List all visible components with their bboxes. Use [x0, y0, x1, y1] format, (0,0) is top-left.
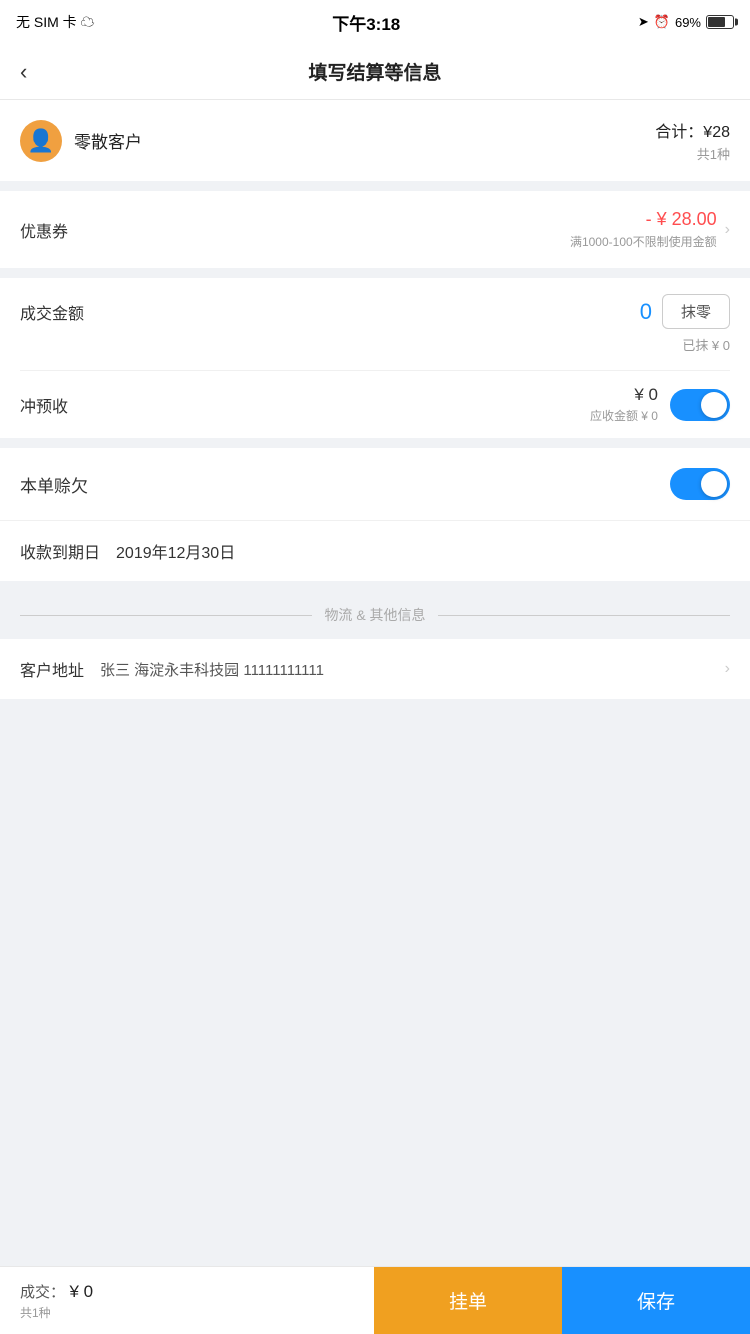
due-date-row[interactable]: 收款到期日 2019年12月30日 — [0, 520, 750, 581]
sim-label: 无 SIM 卡 ☁ — [16, 12, 95, 32]
address-chevron-icon: › — [725, 660, 730, 678]
deal-prereceive-card: 成交金额 0 抹零 已抹 ¥ 0 冲预收 ¥ 0 应收金额 ¥ 0 — [0, 278, 750, 438]
prereceive-amounts: ¥ 0 应收金额 ¥ 0 — [590, 385, 658, 424]
avatar-icon: 👤 — [27, 128, 54, 154]
coupon-sub-text: 满1000-100不限制使用金额 — [570, 233, 717, 250]
prereceive-right: ¥ 0 应收金额 ¥ 0 — [590, 385, 730, 424]
deal-amount-label: 成交金额 — [20, 300, 84, 324]
nav-bar: ‹ 填写结算等信息 — [0, 44, 750, 100]
debt-row: 本单赊欠 — [0, 448, 750, 520]
bottom-count: 共1种 — [20, 1304, 354, 1321]
customer-info-left: 👤 零散客户 — [20, 120, 142, 162]
customer-name: 零散客户 — [74, 128, 142, 153]
save-button[interactable]: 保存 — [562, 1267, 750, 1334]
location-icon: ➤ — [638, 14, 649, 30]
coupon-row[interactable]: 优惠券 - ¥ 28.00 满1000-100不限制使用金额 › — [0, 191, 750, 268]
bottom-bar: 成交： ¥ 0 共1种 挂单 保存 — [0, 1266, 750, 1334]
status-time: 下午3:18 — [332, 10, 400, 35]
coupon-value-block: - ¥ 28.00 满1000-100不限制使用金额 — [570, 209, 717, 250]
address-value: 张三 海淀永丰科技园 11111111111 — [90, 659, 725, 680]
round-zero-button[interactable]: 抹零 — [662, 294, 730, 329]
coupon-discount-value: - ¥ 28.00 — [570, 209, 717, 230]
coupon-label: 优惠券 — [20, 218, 68, 242]
customer-row: 👤 零散客户 合计：¥28 共1种 — [0, 100, 750, 181]
battery-percent: 69% — [675, 15, 701, 30]
prereceive-sub: 应收金额 ¥ 0 — [590, 407, 658, 424]
deal-amount-value[interactable]: 0 — [640, 299, 652, 325]
bottom-deal-amount: ¥ 0 — [69, 1282, 93, 1301]
logistics-header: 物流 & 其他信息 — [0, 591, 750, 639]
prereceive-label: 冲预收 — [20, 393, 68, 417]
status-left: 无 SIM 卡 ☁ — [16, 12, 95, 32]
main-content: 👤 零散客户 合计：¥28 共1种 优惠券 - ¥ 28.00 满1000-10… — [0, 100, 750, 789]
status-bar: 无 SIM 卡 ☁ 下午3:18 ➤ ⏰ 69% — [0, 0, 750, 44]
prereceive-toggle[interactable] — [670, 389, 730, 421]
back-button[interactable]: ‹ — [20, 59, 60, 85]
total-amount-label: 合计：¥28 — [655, 118, 730, 142]
logistics-line-left — [20, 615, 312, 616]
customer-card: 👤 零散客户 合计：¥28 共1种 — [0, 100, 750, 181]
due-date-value: 2019年12月30日 — [116, 539, 235, 563]
alarm-icon: ⏰ — [654, 14, 670, 30]
address-label: 客户地址 — [20, 657, 90, 681]
logistics-section-label: 物流 & 其他信息 — [324, 605, 425, 625]
due-date-label: 收款到期日 — [20, 539, 100, 563]
deal-amount-section: 成交金额 0 抹零 已抹 ¥ 0 — [0, 278, 750, 370]
prereceive-toggle-knob — [701, 392, 727, 418]
prereceive-value: ¥ 0 — [590, 385, 658, 405]
bottom-deal-row: 成交： ¥ 0 — [20, 1281, 354, 1302]
address-row[interactable]: 客户地址 张三 海淀永丰科技园 11111111111 › — [0, 639, 750, 699]
debt-toggle[interactable] — [670, 468, 730, 500]
bottom-info: 成交： ¥ 0 共1种 — [0, 1281, 374, 1321]
total-count-label: 共1种 — [655, 144, 730, 163]
deal-amount-controls: 0 抹零 — [640, 294, 730, 329]
deal-amount-top: 成交金额 0 抹零 — [20, 294, 730, 329]
deal-amount-sub: 已抹 ¥ 0 — [20, 335, 730, 354]
avatar: 👤 — [20, 120, 62, 162]
bottom-spacing — [0, 709, 750, 789]
coupon-right: - ¥ 28.00 满1000-100不限制使用金额 › — [570, 209, 730, 250]
hold-order-button[interactable]: 挂单 — [374, 1267, 562, 1334]
prereceive-row: 冲预收 ¥ 0 应收金额 ¥ 0 — [0, 371, 750, 438]
bottom-deal-label: 成交： — [20, 1284, 65, 1301]
page-title: 填写结算等信息 — [308, 58, 441, 85]
logistics-line-right — [438, 615, 730, 616]
coupon-card: 优惠券 - ¥ 28.00 满1000-100不限制使用金额 › — [0, 191, 750, 268]
status-right: ➤ ⏰ 69% — [638, 14, 734, 30]
debt-card: 本单赊欠 收款到期日 2019年12月30日 — [0, 448, 750, 581]
debt-label: 本单赊欠 — [20, 472, 88, 497]
battery-icon — [706, 15, 734, 29]
chevron-right-icon: › — [725, 221, 730, 239]
customer-total: 合计：¥28 共1种 — [655, 118, 730, 163]
debt-toggle-knob — [701, 471, 727, 497]
